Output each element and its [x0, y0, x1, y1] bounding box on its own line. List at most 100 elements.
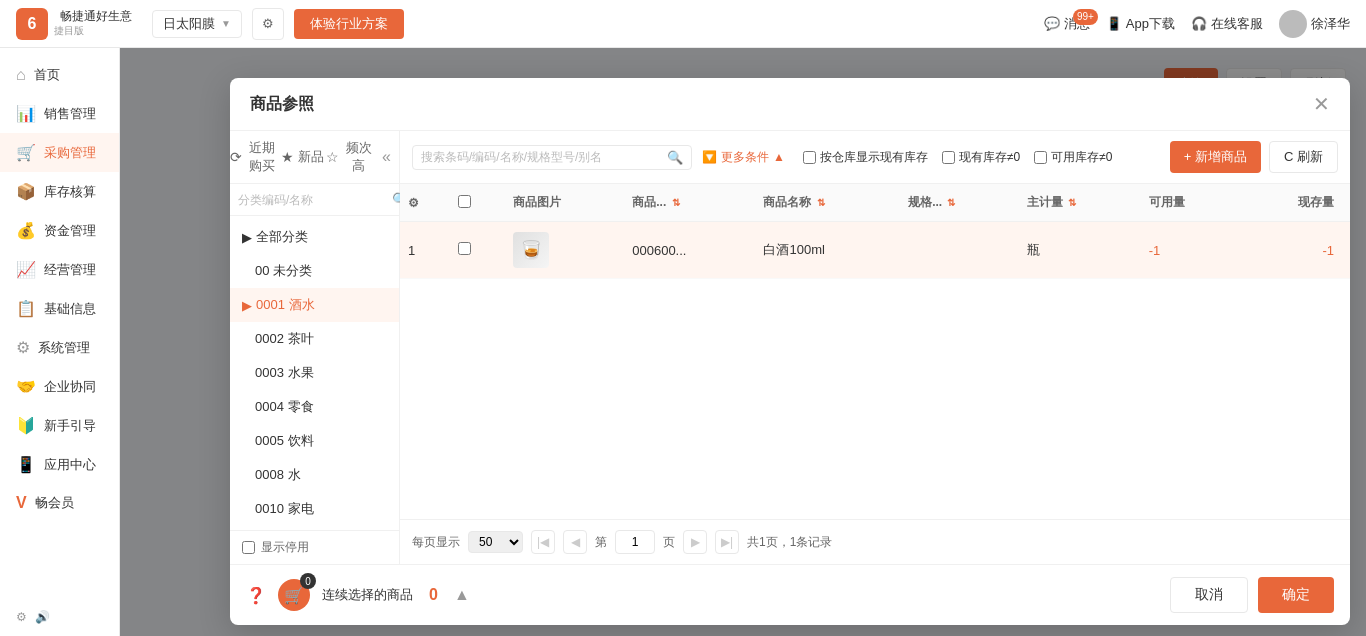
category-tabs: ⟳ 近期购买 ★ 新品 ☆ 频次高 «	[230, 131, 399, 184]
per-page-label: 每页显示	[412, 534, 460, 551]
frequent-icon: ☆	[326, 149, 339, 165]
user-profile[interactable]: 徐泽华	[1279, 10, 1350, 38]
page-suffix: 页	[663, 534, 675, 551]
th-unit[interactable]: 主计量 ⇅	[1019, 184, 1141, 222]
last-page-button[interactable]: ▶|	[715, 530, 739, 554]
selected-count: 0	[429, 586, 438, 604]
filter-usable-label: 可用库存≠0	[1051, 149, 1112, 166]
online-service-action[interactable]: 🎧 在线客服	[1191, 15, 1263, 33]
more-conditions-btn[interactable]: 🔽 更多条件 ▲	[702, 149, 785, 166]
category-search-box: 🔍	[230, 184, 399, 216]
confirm-button[interactable]: 确定	[1258, 577, 1334, 613]
dialog-footer: ❓ 🛒 0 连续选择的商品 0 ▲ 取消 确定	[230, 564, 1350, 625]
table-row[interactable]: 1 🥃 000600... 白酒100ml 瓶 -1	[400, 222, 1350, 279]
sidebar-item-finance[interactable]: 💰 资金管理	[0, 211, 119, 250]
filter-available-label: 现有库存≠0	[959, 149, 1020, 166]
available-checkbox[interactable]	[942, 151, 955, 164]
product-panel: 🔍 🔽 更多条件 ▲ 按仓库显示现有库存	[400, 131, 1350, 564]
purchase-icon: 🛒	[16, 143, 36, 162]
settings-bottom-icon: ⚙	[16, 610, 27, 624]
experience-btn[interactable]: 体验行业方案	[294, 9, 404, 39]
tab-recent[interactable]: ⟳ 近期购买	[230, 131, 278, 183]
footer-collapse-icon[interactable]: ▲	[454, 586, 470, 604]
category-panel: ⟳ 近期购买 ★ 新品 ☆ 频次高 «	[230, 131, 400, 564]
cell-checkbox[interactable]	[450, 222, 504, 279]
sidebar-item-inventory[interactable]: 📦 库存核算	[0, 172, 119, 211]
select-all-checkbox[interactable]	[458, 195, 471, 208]
filter-warehouse-check[interactable]: 按仓库显示现有库存	[803, 149, 928, 166]
sidebar-bottom[interactable]: ⚙ 🔊	[0, 598, 119, 636]
product-thumbnail: 🥃	[513, 232, 549, 268]
panel-collapse-button[interactable]: «	[374, 131, 399, 183]
category-uncategorized[interactable]: 00 未分类	[230, 254, 399, 288]
sidebar-item-vip[interactable]: V 畅会员	[0, 484, 119, 522]
th-spec[interactable]: 规格... ⇅	[900, 184, 1018, 222]
category-search-input[interactable]	[238, 193, 388, 207]
th-name[interactable]: 商品名称 ⇅	[755, 184, 900, 222]
name-sort-icon: ⇅	[817, 197, 825, 208]
dialog-title: 商品参照	[250, 94, 314, 115]
messages-action[interactable]: 💬 消息 99+	[1044, 15, 1090, 33]
sidebar-item-enterprise[interactable]: 🤝 企业协同	[0, 367, 119, 406]
sidebar-item-business[interactable]: 📈 经营管理	[0, 250, 119, 289]
product-search-icon[interactable]: 🔍	[667, 150, 683, 165]
sidebar-label-system: 系统管理	[38, 339, 90, 357]
inventory-icon: 📦	[16, 182, 36, 201]
first-page-button[interactable]: |◀	[531, 530, 555, 554]
th-code[interactable]: 商品... ⇅	[624, 184, 755, 222]
th-checkbox[interactable]	[450, 184, 504, 222]
category-0008[interactable]: 0008 水	[230, 458, 399, 492]
page-label: 第	[595, 534, 607, 551]
filter-actions: + 新增商品 C 刷新	[1170, 141, 1338, 173]
spec-sort-icon: ⇅	[947, 197, 955, 208]
product-reference-dialog: 商品参照 ✕ ⟳ 近期购买 ★ 新品	[230, 78, 1350, 625]
category-0003[interactable]: 0003 水果	[230, 356, 399, 390]
business-icon: 📈	[16, 260, 36, 279]
warehouse-checkbox[interactable]	[803, 151, 816, 164]
prev-page-button[interactable]: ◀	[563, 530, 587, 554]
category-0001[interactable]: ▶ 0001 酒水	[230, 288, 399, 322]
row-checkbox[interactable]	[458, 242, 471, 255]
tab-new[interactable]: ★ 新品	[278, 131, 326, 183]
sidebar-label-apps: 应用中心	[44, 456, 96, 474]
page-number-input[interactable]	[615, 530, 655, 554]
dialog-body: ⟳ 近期购买 ★ 新品 ☆ 频次高 «	[230, 131, 1350, 564]
nav-selector[interactable]: 日太阳膜 ▼	[152, 10, 242, 38]
category-0002[interactable]: 0002 茶叶	[230, 322, 399, 356]
expand-icon: ▶	[242, 230, 252, 245]
product-search-input[interactable]	[421, 150, 661, 164]
th-settings[interactable]: ⚙	[400, 184, 450, 222]
usable-checkbox[interactable]	[1034, 151, 1047, 164]
sidebar-item-home[interactable]: ⌂ 首页	[0, 56, 119, 94]
cart-button[interactable]: 🛒 0	[278, 579, 310, 611]
category-0010[interactable]: 0010 家电	[230, 492, 399, 526]
sidebar-item-sales[interactable]: 📊 销售管理	[0, 94, 119, 133]
help-icon[interactable]: ❓	[246, 586, 266, 605]
sidebar-item-guide[interactable]: 🔰 新手引导	[0, 406, 119, 445]
filter-usable-check[interactable]: 可用库存≠0	[1034, 149, 1112, 166]
category-all[interactable]: ▶ 全部分类	[230, 220, 399, 254]
app-download-action[interactable]: 📱 App下载	[1106, 15, 1175, 33]
sidebar-label-guide: 新手引导	[44, 417, 96, 435]
th-image: 商品图片	[505, 184, 625, 222]
gear-button[interactable]: ⚙	[252, 8, 284, 40]
sidebar-item-purchase[interactable]: 🛒 采购管理	[0, 133, 119, 172]
unit-sort-icon: ⇅	[1068, 197, 1076, 208]
category-0005[interactable]: 0005 饮料	[230, 424, 399, 458]
cancel-button[interactable]: 取消	[1170, 577, 1248, 613]
filter-available-check[interactable]: 现有库存≠0	[942, 149, 1020, 166]
sidebar-item-apps[interactable]: 📱 应用中心	[0, 445, 119, 484]
refresh-product-button[interactable]: C 刷新	[1269, 141, 1338, 173]
per-page-select[interactable]: 50 100 200	[468, 531, 523, 553]
category-0004[interactable]: 0004 零食	[230, 390, 399, 424]
sidebar-item-system[interactable]: ⚙ 系统管理	[0, 328, 119, 367]
add-product-button[interactable]: + 新增商品	[1170, 141, 1261, 173]
cell-index: 1	[400, 222, 450, 279]
sidebar-item-basic[interactable]: 📋 基础信息	[0, 289, 119, 328]
home-icon: ⌂	[16, 66, 26, 84]
close-button[interactable]: ✕	[1313, 92, 1330, 116]
show-disabled-checkbox[interactable]	[242, 541, 255, 554]
sidebar-label-basic: 基础信息	[44, 300, 96, 318]
next-page-button[interactable]: ▶	[683, 530, 707, 554]
tab-frequent[interactable]: ☆ 频次高	[326, 131, 374, 183]
